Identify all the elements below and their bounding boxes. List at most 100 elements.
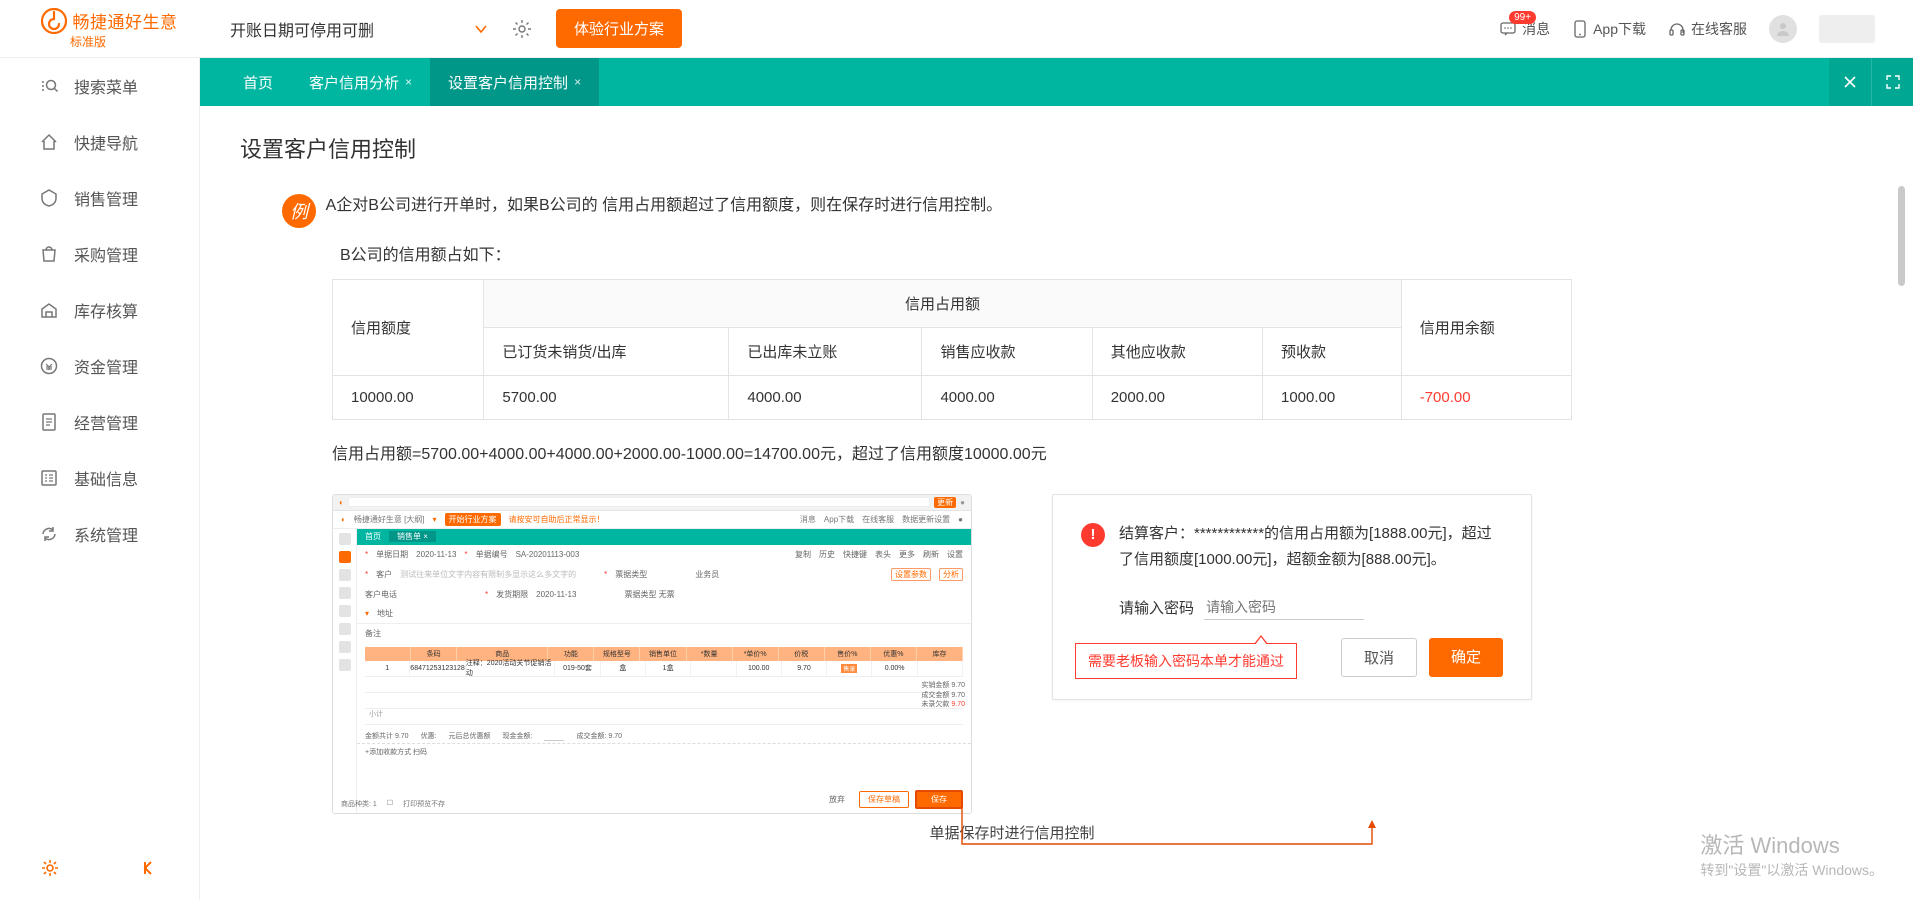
logo-region: 畅捷通好生意 标准版 xyxy=(0,8,200,50)
shot-td: 100.00 xyxy=(737,661,782,676)
avatar[interactable] xyxy=(1769,15,1797,43)
sidebar-item-quicknav[interactable]: 快捷导航 xyxy=(0,114,199,170)
shot-th xyxy=(365,647,411,661)
shot-renew-btn: 更新 xyxy=(934,497,956,508)
shot-logo-icon: ◐ xyxy=(341,515,346,524)
tab-home[interactable]: 首页 xyxy=(225,58,291,106)
shot-top-link: 消息 xyxy=(800,514,816,525)
sidebar-item-system[interactable]: 系统管理 xyxy=(0,506,199,562)
scrollbar-handle[interactable] xyxy=(1898,186,1905,286)
shot-pill: 分析 xyxy=(939,568,963,581)
shot-label: 客户 xyxy=(376,569,392,580)
shot-value: 2020-11-13 xyxy=(536,590,576,599)
confirm-button[interactable]: 确定 xyxy=(1429,638,1503,677)
tab-label: 客户信用分析 xyxy=(309,72,399,93)
td-c4: 2000.00 xyxy=(1092,375,1262,419)
online-service-label: 在线客服 xyxy=(1691,19,1747,39)
app-download-link[interactable]: App下载 xyxy=(1572,19,1646,39)
td-c1: 5700.00 xyxy=(484,375,729,419)
example-text: A企对B公司进行开单时，如果B公司的 信用占用额超过了信用额度，则在保存时进行信… xyxy=(326,197,1002,214)
collapse-sidebar-icon[interactable] xyxy=(139,858,159,878)
password-input[interactable] xyxy=(1204,595,1364,620)
chevron-down-icon xyxy=(474,22,488,36)
shot-summary-item: 现金金额: xyxy=(503,731,533,741)
tab-credit-control-settings[interactable]: 设置客户信用控制 × xyxy=(430,58,599,106)
sidebar-item-label: 系统管理 xyxy=(74,522,138,546)
shot-link: 快捷键 xyxy=(843,549,867,560)
document-icon xyxy=(38,411,60,433)
shot-summary-item: 金额共计 9.70 xyxy=(365,731,409,741)
sidebar-item-basicinfo[interactable]: 基础信息 xyxy=(0,450,199,506)
account-selector[interactable]: 开账日期可停用可删 xyxy=(230,17,488,41)
shot-th: 优惠% xyxy=(871,647,917,661)
topbar-right: 消息 99+ App下载 在线客服 xyxy=(1499,15,1913,43)
topbar-center: 开账日期可停用可删 体验行业方案 xyxy=(200,9,1499,48)
shot-link: 表头 xyxy=(875,549,891,560)
fullscreen-button[interactable] xyxy=(1871,58,1913,106)
password-label: 请输入密码 xyxy=(1119,597,1194,618)
brand-logo-icon xyxy=(41,8,67,34)
credit-exceeded-dialog: ! 结算客户：************的信用占用额为[1888.00元]，超过了… xyxy=(1052,494,1532,701)
shot-footer-info: 打印预览不存 xyxy=(403,799,445,809)
main-region: 首页 客户信用分析 × 设置客户信用控制 × 设置客户信用控制 例 A企对B公司进行… xyxy=(200,58,1913,900)
tab-credit-analysis[interactable]: 客户信用分析 × xyxy=(291,58,430,106)
sidebar-item-label: 库存核算 xyxy=(74,298,138,322)
settings-gear-icon[interactable] xyxy=(512,19,532,39)
shot-link: 复制 xyxy=(795,549,811,560)
shot-th: 规格型号 xyxy=(594,647,640,661)
shot-placeholder: 测试往来单位文字内容有限制多显示这么多文字的 xyxy=(400,569,576,580)
shot-totals: 实销金额 9.70 成交金额 9.70 未录欠款 9.70 xyxy=(921,681,965,710)
settings-icon[interactable] xyxy=(40,858,60,878)
example-badge-icon: 例 xyxy=(282,194,316,228)
th-col5: 预收款 xyxy=(1263,327,1402,375)
bag-icon xyxy=(38,243,60,265)
user-name-placeholder[interactable] xyxy=(1819,15,1875,43)
shot-top-link: 数据更新设置 xyxy=(902,514,950,525)
shot-th: 销售单位 xyxy=(640,647,686,661)
list-icon xyxy=(38,467,60,489)
brand-edition: 标准版 xyxy=(70,33,106,50)
search-icon xyxy=(38,75,60,97)
badge-icon xyxy=(38,187,60,209)
th-col2: 已出库未立账 xyxy=(729,327,922,375)
close-all-tabs-button[interactable] xyxy=(1829,58,1871,106)
headset-icon xyxy=(1668,20,1686,38)
shot-header-btn: 开始行业方案 xyxy=(445,513,501,526)
cancel-button[interactable]: 取消 xyxy=(1341,638,1417,677)
sidebar-item-search[interactable]: 搜索菜单 xyxy=(0,58,199,114)
shot-summary-item: 元后总优惠额 xyxy=(449,731,491,741)
shot-link: 设置 xyxy=(947,549,963,560)
table-row: 10000.00 5700.00 4000.00 4000.00 2000.00… xyxy=(333,375,1572,419)
th-credit-limit: 信用额度 xyxy=(333,279,484,375)
shot-avatar-icon: ● xyxy=(960,498,965,507)
sidebar-item-purchase[interactable]: 采购管理 xyxy=(0,226,199,282)
sidebar-item-inventory[interactable]: 库存核算 xyxy=(0,282,199,338)
online-service-link[interactable]: 在线客服 xyxy=(1668,19,1747,39)
shot-link: 更多 xyxy=(899,549,915,560)
credit-table: 信用额度 信用占用额 信用用余额 已订货未销货/出库 已出库未立账 销售应收款 … xyxy=(332,279,1572,420)
tab-label: 设置客户信用控制 xyxy=(448,72,568,93)
sidebar-item-label: 快捷导航 xyxy=(74,130,138,154)
home-icon xyxy=(38,131,60,153)
shot-value: 2020-11-13 xyxy=(416,550,456,559)
shot-tab: 首页 xyxy=(357,531,389,542)
close-icon[interactable]: × xyxy=(405,75,412,89)
formula-line: 信用占用额=5700.00+4000.00+4000.00+2000.00-10… xyxy=(332,440,1877,464)
shot-td: 019-50套 xyxy=(555,661,600,676)
shot-td: 1 xyxy=(365,661,410,676)
experience-industry-button[interactable]: 体验行业方案 xyxy=(556,9,682,48)
example-sub-line: B公司的信用额占如下： xyxy=(340,241,1877,265)
sidebar-item-sales[interactable]: 销售管理 xyxy=(0,170,199,226)
td-c5: 1000.00 xyxy=(1263,375,1402,419)
messages-link[interactable]: 消息 99+ xyxy=(1499,19,1550,39)
app-download-label: App下载 xyxy=(1593,19,1646,39)
shot-save-btn: 保存 xyxy=(915,790,963,809)
sidebar-item-label: 资金管理 xyxy=(74,354,138,378)
phone-icon xyxy=(1572,20,1588,38)
sidebar-item-funds[interactable]: 资金管理 xyxy=(0,338,199,394)
shot-th: 库存 xyxy=(917,647,963,661)
page-title: 设置客户信用控制 xyxy=(200,106,1913,186)
close-icon[interactable]: × xyxy=(574,75,581,89)
sidebar-item-business[interactable]: 经营管理 xyxy=(0,394,199,450)
shot-pill: 设置参数 xyxy=(891,568,931,581)
